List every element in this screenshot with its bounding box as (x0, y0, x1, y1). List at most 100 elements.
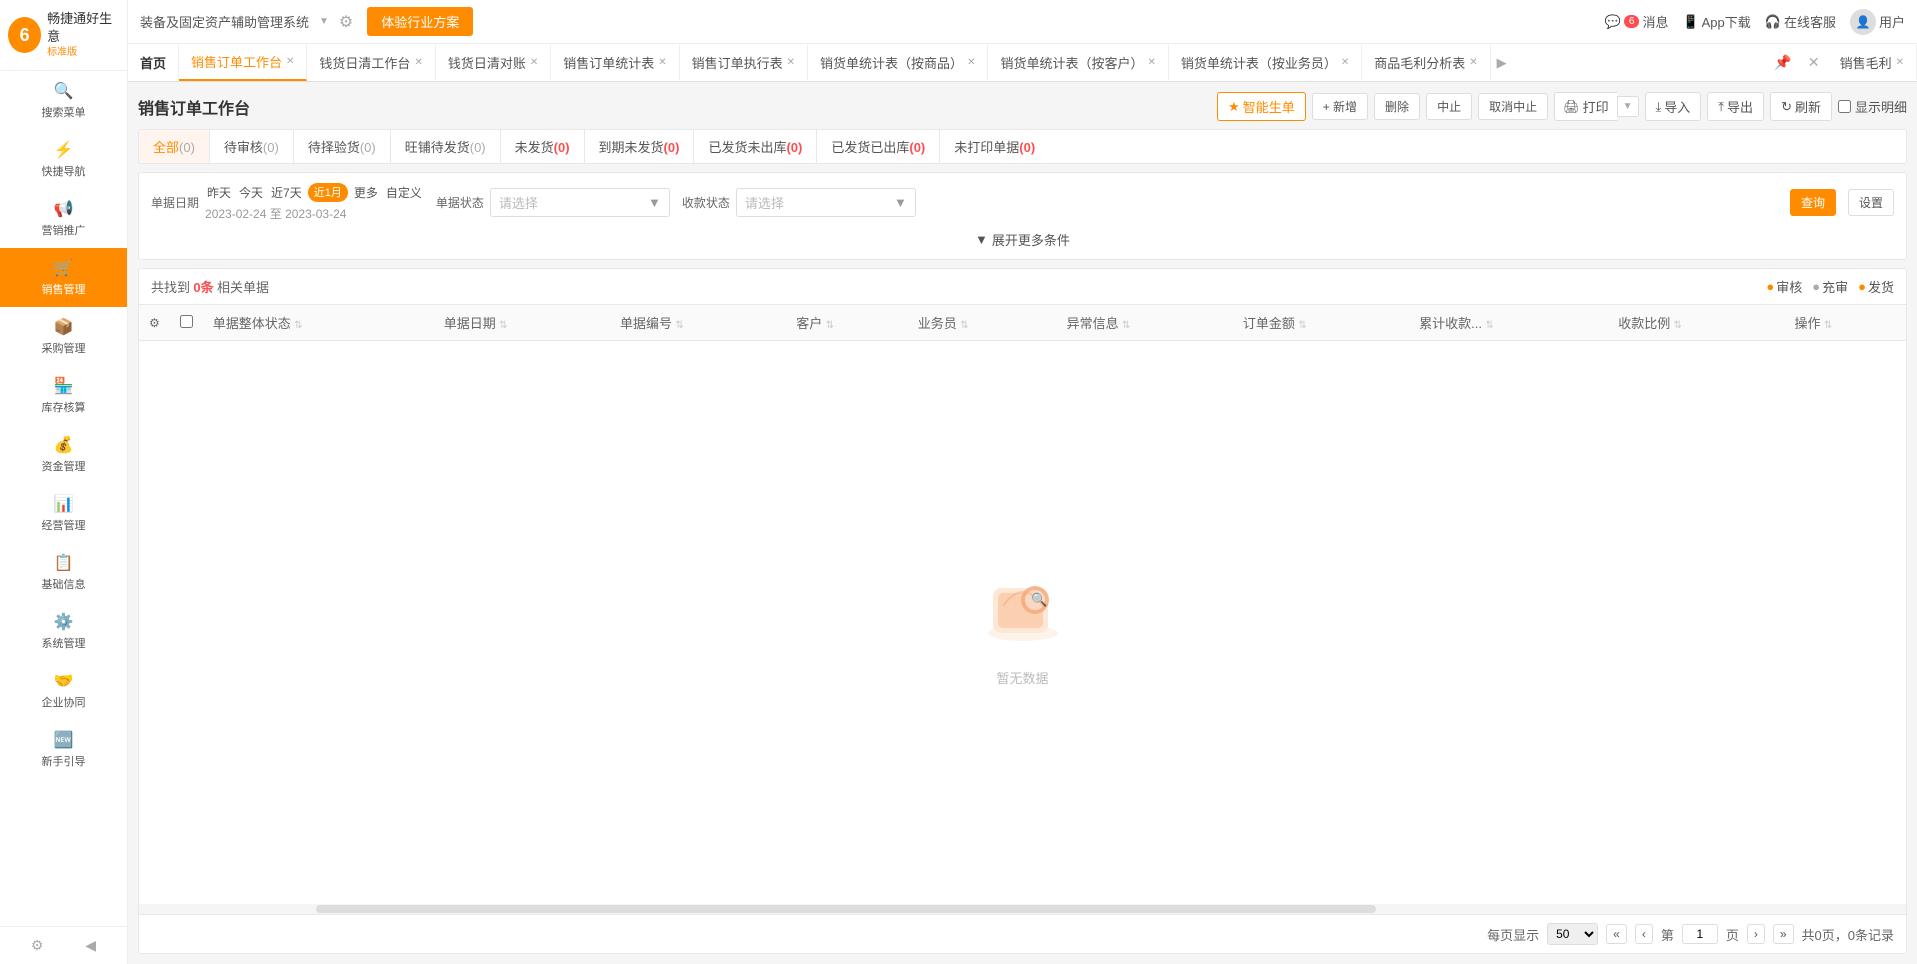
sort-icon[interactable]: ⇅ (826, 320, 834, 331)
table-op-审核[interactable]: ●审核 (1766, 277, 1802, 296)
page-input[interactable] (1682, 924, 1718, 944)
sort-icon[interactable]: ⇅ (960, 320, 968, 331)
smart-create-button[interactable]: ★ 智能生单 (1217, 92, 1306, 121)
filter-tab-shipped-not-in[interactable]: 已发货未出库(0) (694, 130, 817, 163)
select-all-checkbox[interactable] (180, 315, 193, 328)
date-shortcut-昨天[interactable]: 昨天 (205, 183, 233, 202)
tab-sales-order[interactable]: 销售订单工作台✕ (179, 44, 307, 81)
topbar-settings-icon[interactable]: ⚙ (339, 12, 353, 32)
filter-tab-all[interactable]: 全部(0) (139, 130, 210, 163)
tab-sales-exec[interactable]: 销售订单执行表✕ (680, 45, 808, 80)
show-detail-label[interactable]: 显示明细 (1838, 97, 1907, 116)
tab-close-sales-exec[interactable]: ✕ (787, 57, 795, 68)
sidebar-item-finance[interactable]: 💰资金管理 (0, 425, 127, 484)
settings-bottom-icon[interactable]: ⚙ (31, 937, 44, 954)
sort-icon[interactable]: ⇅ (294, 320, 302, 331)
sidebar-item-sales[interactable]: 🛒销售管理 (0, 248, 127, 307)
prev-page-button[interactable]: ‹ (1635, 924, 1653, 944)
add-button[interactable]: + 新增 (1312, 93, 1368, 120)
refresh-button[interactable]: ↻ 刷新 (1770, 92, 1832, 121)
table-op-充审[interactable]: ●充审 (1812, 277, 1848, 296)
sidebar-item-system[interactable]: ⚙️系统管理 (0, 602, 127, 661)
online-service-item[interactable]: 🎧 在线客服 (1765, 12, 1836, 31)
sidebar-item-quick-nav[interactable]: ⚡快捷导航 (0, 130, 127, 189)
tab-product-margin[interactable]: 商品毛利分析表✕ (1362, 45, 1490, 80)
tab-close-sales-profit[interactable]: ✕ (1896, 57, 1904, 68)
delete-button[interactable]: 删除 (1374, 93, 1420, 120)
date-shortcut-今天[interactable]: 今天 (237, 183, 265, 202)
import-button[interactable]: ⤓ 导入 (1645, 92, 1702, 121)
sidebar-item-search[interactable]: 🔍搜索菜单 (0, 71, 127, 130)
user-item[interactable]: 👤 用户 (1850, 9, 1905, 35)
message-item[interactable]: 💬 6 消息 (1605, 12, 1669, 31)
print-dropdown-button[interactable]: ▼ (1617, 96, 1639, 117)
next-page-button[interactable]: › (1747, 924, 1765, 944)
tab-close-sales-order[interactable]: ✕ (286, 56, 294, 67)
tab-sales-profit[interactable]: 销售毛利✕ (1828, 45, 1917, 80)
export-button[interactable]: ⤒ 导出 (1707, 92, 1764, 121)
sort-icon[interactable]: ⇅ (1674, 320, 1682, 331)
sidebar-item-purchase[interactable]: 📦采购管理 (0, 307, 127, 366)
last-page-button[interactable]: » (1773, 924, 1794, 944)
horizontal-scrollbar[interactable] (139, 904, 1906, 914)
sort-icon[interactable]: ⇅ (499, 320, 507, 331)
payment-select[interactable]: 请选择 ▼ (736, 188, 916, 217)
filter-tab-shipped-in[interactable]: 已发货已出库(0) (817, 130, 940, 163)
pause-button[interactable]: 中止 (1426, 93, 1472, 120)
tab-sales-stats[interactable]: 销售订单统计表✕ (551, 45, 679, 80)
tab-sales-summary-customer[interactable]: 销货单统计表（按客户）✕ (988, 45, 1168, 80)
sidebar-item-operation[interactable]: 📊经营管理 (0, 484, 127, 543)
cancel-pause-button[interactable]: 取消中止 (1478, 93, 1548, 120)
sort-icon[interactable]: ⇅ (1298, 320, 1306, 331)
tab-close-sales-summary-staff[interactable]: ✕ (1341, 57, 1349, 68)
sidebar-item-basic[interactable]: 📋基础信息 (0, 543, 127, 602)
show-detail-checkbox[interactable] (1838, 100, 1851, 113)
scrollbar-thumb[interactable] (316, 905, 1376, 913)
filter-tab-not-printed[interactable]: 未打印单据(0) (940, 130, 1049, 163)
date-shortcut-更多[interactable]: 更多 (352, 183, 380, 202)
tab-cash-reconcile[interactable]: 钱货日清对账✕ (436, 45, 551, 80)
sort-icon[interactable]: ⇅ (1122, 320, 1130, 331)
tab-cash-daily[interactable]: 钱货日清工作台✕ (307, 45, 435, 80)
tab-more-button[interactable]: ▶ (1491, 47, 1513, 79)
query-button[interactable]: 查询 (1790, 189, 1836, 216)
sidebar-item-inventory[interactable]: 🏪库存核算 (0, 366, 127, 425)
col-checkbox[interactable] (170, 305, 203, 341)
tab-close-sales-summary-customer[interactable]: ✕ (1147, 57, 1155, 68)
sort-icon[interactable]: ⇅ (675, 320, 683, 331)
tab-action-close-all[interactable]: ✕ (1800, 50, 1828, 75)
sidebar-item-enterprise[interactable]: 🤝企业协同 (0, 661, 127, 720)
tab-close-cash-daily[interactable]: ✕ (414, 57, 422, 68)
tab-close-sales-summary-product[interactable]: ✕ (967, 57, 975, 68)
date-shortcut-自定义[interactable]: 自定义 (384, 183, 424, 202)
sort-icon[interactable]: ⇅ (1824, 320, 1832, 331)
filter-tab-wangpu-pending[interactable]: 旺铺待发货(0) (391, 130, 501, 163)
tab-sales-summary-staff[interactable]: 销货单统计表（按业务员）✕ (1169, 45, 1362, 80)
sidebar-item-marketing[interactable]: 📢营销推广 (0, 189, 127, 248)
table-op-发货[interactable]: ●发货 (1858, 277, 1894, 296)
tab-close-cash-reconcile[interactable]: ✕ (530, 57, 538, 68)
tab-action-pin[interactable]: 📌 (1766, 50, 1799, 75)
date-shortcut-近7天[interactable]: 近7天 (269, 183, 304, 202)
per-page-select[interactable]: 50 100 (1547, 923, 1598, 945)
industry-solution-button[interactable]: 体验行业方案 (367, 7, 473, 36)
system-dropdown[interactable]: ▼ (319, 16, 329, 27)
sidebar-item-guide[interactable]: 🆕新手引导 (0, 720, 127, 779)
filter-tab-pending-review[interactable]: 待审核(0) (210, 130, 294, 163)
settings-filter-button[interactable]: 设置 (1848, 189, 1894, 216)
date-shortcut-近1月[interactable]: 近1月 (308, 183, 348, 202)
col-settings[interactable]: ⚙ (139, 305, 170, 341)
app-download-item[interactable]: 📱 App下载 (1682, 12, 1750, 31)
collapse-icon[interactable]: ◀ (85, 937, 96, 954)
tab-close-sales-stats[interactable]: ✕ (658, 57, 666, 68)
expand-more-button[interactable]: ▼ 展开更多条件 (151, 230, 1894, 249)
first-page-button[interactable]: « (1606, 924, 1627, 944)
filter-tab-not-shipped[interactable]: 未发货(0) (501, 130, 585, 163)
status-select[interactable]: 请选择 ▼ (490, 188, 670, 217)
tab-sales-summary-product[interactable]: 销货单统计表（按商品）✕ (808, 45, 988, 80)
print-button[interactable]: 🖨 打印 (1554, 92, 1617, 121)
sort-icon[interactable]: ⇅ (1485, 320, 1493, 331)
tab-close-product-margin[interactable]: ✕ (1469, 57, 1477, 68)
filter-tab-expired-not-shipped[interactable]: 到期未发货(0) (585, 130, 695, 163)
filter-tab-pending-inspect[interactable]: 待择验货(0) (294, 130, 391, 163)
